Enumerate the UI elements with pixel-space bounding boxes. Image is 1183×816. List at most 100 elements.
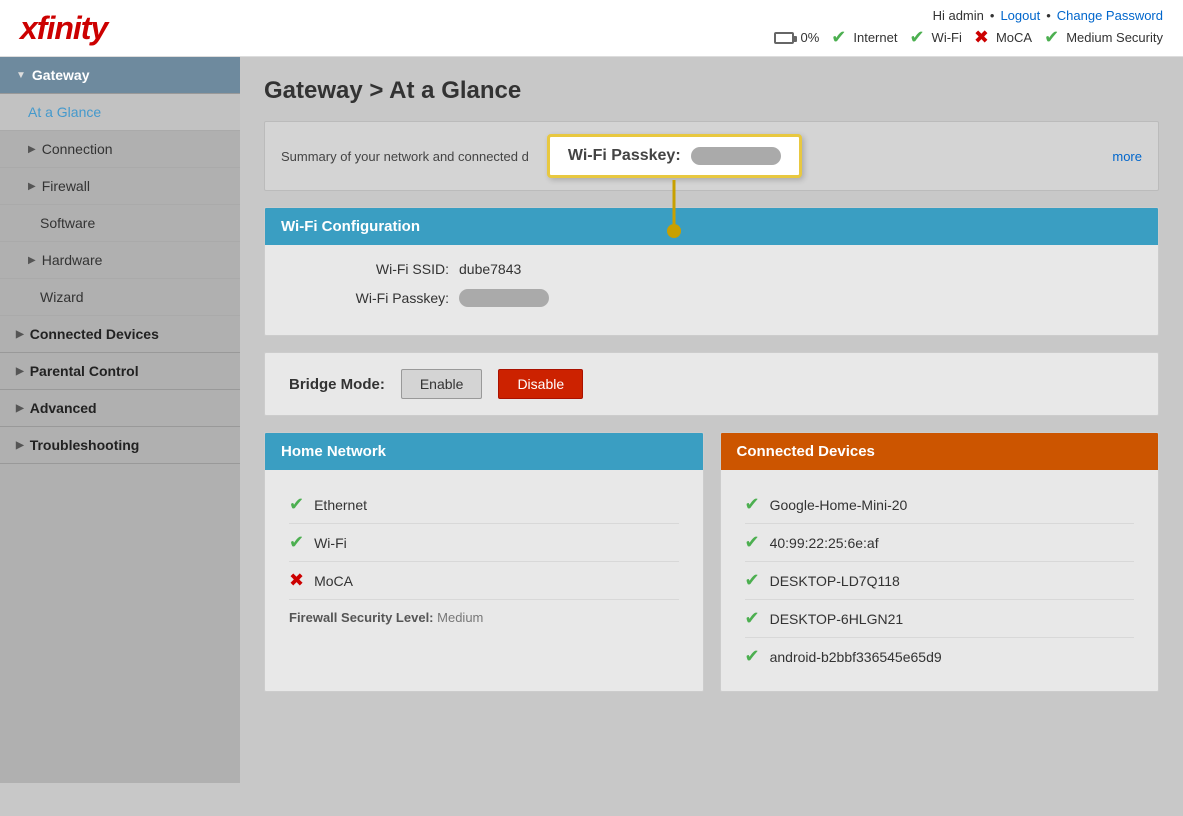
tooltip-line (673, 180, 676, 230)
header-top-row: Hi admin • Logout • Change Password (933, 8, 1163, 23)
arrow-connection: ▶ (28, 144, 36, 155)
main-layout: ▼ Gateway At a Glance ▶ Connection ▶ Fir… (0, 57, 1183, 783)
greeting-text: Hi admin (933, 8, 984, 23)
firewall-security-label: Firewall Security Level: (289, 610, 434, 625)
tooltip-passkey-value (691, 147, 781, 165)
arrow-connected-devices: ▶ (16, 329, 24, 340)
wifi-config-body: Wi-Fi SSID: dube7843 Wi-Fi Passkey: (265, 245, 1158, 335)
status-wifi: ✔ Wi-Fi (909, 27, 961, 48)
wifi-passkey-tooltip-container: Wi-Fi Passkey: (547, 134, 802, 178)
status-battery: 0% (774, 30, 819, 45)
sidebar-label-connected-devices: Connected Devices (30, 326, 159, 342)
check-wifi-icon: ✔ (909, 27, 924, 48)
wifi-config-section: Wi-Fi Configuration Wi-Fi SSID: dube7843… (264, 207, 1159, 336)
sidebar-item-gateway[interactable]: ▼ Gateway (0, 57, 240, 94)
header-right: Hi admin • Logout • Change Password 0% ✔… (774, 8, 1163, 48)
device-1-status-icon: ✔ (745, 532, 760, 553)
summary-bar: Summary of your network and connected d … (264, 121, 1159, 191)
device-0-status-icon: ✔ (745, 494, 760, 515)
sidebar-label-troubleshooting: Troubleshooting (30, 437, 140, 453)
sidebar-label-connection: Connection (42, 141, 113, 157)
sidebar-label-parental-control: Parental Control (30, 363, 139, 379)
home-network-title: Home Network (281, 443, 386, 460)
page-title: Gateway > At a Glance (264, 77, 1159, 105)
bridge-disable-button[interactable]: Disable (498, 369, 583, 399)
device-item-2: ✔ DESKTOP-LD7Q118 (745, 562, 1135, 600)
sidebar-item-parental-control[interactable]: ▶ Parental Control (0, 353, 240, 390)
home-network-section: Home Network ✔ Ethernet ✔ Wi-Fi ✖ MoCA (264, 432, 704, 692)
arrow-troubleshooting: ▶ (16, 440, 24, 451)
wifi-ssid-value: dube7843 (459, 261, 521, 277)
change-password-link[interactable]: Change Password (1057, 8, 1163, 23)
summary-bar-left: Summary of your network and connected d … (281, 134, 802, 178)
tooltip-dot (667, 224, 681, 238)
bottom-grid: Home Network ✔ Ethernet ✔ Wi-Fi ✖ MoCA (264, 432, 1159, 708)
network-item-wifi: ✔ Wi-Fi (289, 524, 679, 562)
status-moca: ✖ MoCA (974, 27, 1032, 48)
logo: xfinity (20, 10, 107, 47)
device-3-label: DESKTOP-6HLGN21 (770, 611, 904, 627)
device-item-4: ✔ android-b2bbf336545e65d9 (745, 638, 1135, 675)
arrow-parental-control: ▶ (16, 366, 24, 377)
logout-link[interactable]: Logout (1000, 8, 1040, 23)
device-item-1: ✔ 40:99:22:25:6e:af (745, 524, 1135, 562)
separator2: • (1046, 8, 1051, 23)
connected-devices-body: ✔ Google-Home-Mini-20 ✔ 40:99:22:25:6e:a… (721, 470, 1159, 691)
home-network-header: Home Network (265, 433, 703, 470)
sidebar-label-wizard: Wizard (40, 289, 84, 305)
device-3-status-icon: ✔ (745, 608, 760, 629)
device-2-status-icon: ✔ (745, 570, 760, 591)
device-item-3: ✔ DESKTOP-6HLGN21 (745, 600, 1135, 638)
status-internet: ✔ Internet (831, 27, 897, 48)
device-4-status-icon: ✔ (745, 646, 760, 667)
sidebar-item-troubleshooting[interactable]: ▶ Troubleshooting (0, 427, 240, 464)
ethernet-label: Ethernet (314, 497, 367, 513)
bridge-mode-section: Bridge Mode: Enable Disable (264, 352, 1159, 416)
battery-icon (774, 32, 794, 44)
sidebar-item-connection[interactable]: ▶ Connection (0, 131, 240, 168)
moca-network-label: MoCA (314, 573, 353, 589)
sidebar-label-advanced: Advanced (30, 400, 97, 416)
network-item-ethernet: ✔ Ethernet (289, 486, 679, 524)
device-item-0: ✔ Google-Home-Mini-20 (745, 486, 1135, 524)
sidebar-item-wizard[interactable]: Wizard (0, 279, 240, 316)
arrow-advanced: ▶ (16, 403, 24, 414)
sidebar-item-at-a-glance[interactable]: At a Glance (0, 94, 240, 131)
sidebar-item-connected-devices[interactable]: ▶ Connected Devices (0, 316, 240, 353)
wifi-config-title: Wi-Fi Configuration (281, 218, 420, 235)
tooltip-box: Wi-Fi Passkey: (547, 134, 802, 178)
sidebar-item-firewall[interactable]: ▶ Firewall (0, 168, 240, 205)
check-security-icon: ✔ (1044, 27, 1059, 48)
sidebar-item-hardware[interactable]: ▶ Hardware (0, 242, 240, 279)
wifi-passkey-label: Wi-Fi Passkey: (289, 290, 449, 306)
sidebar-label-at-a-glance: At a Glance (28, 104, 101, 120)
connected-devices-header: Connected Devices (721, 433, 1159, 470)
wifi-label: Wi-Fi (932, 30, 962, 45)
device-1-label: 40:99:22:25:6e:af (770, 535, 879, 551)
cross-moca-icon: ✖ (974, 27, 989, 48)
firewall-security-value: Medium (437, 610, 483, 625)
sidebar-item-software[interactable]: Software (0, 205, 240, 242)
bridge-enable-button[interactable]: Enable (401, 369, 483, 399)
sidebar-label-hardware: Hardware (42, 252, 103, 268)
wifi-ssid-label: Wi-Fi SSID: (289, 261, 449, 277)
sidebar-item-advanced[interactable]: ▶ Advanced (0, 390, 240, 427)
content-area: Gateway > At a Glance Summary of your ne… (240, 57, 1183, 783)
firewall-security-row: Firewall Security Level: Medium (289, 600, 679, 629)
connected-devices-title: Connected Devices (737, 443, 875, 460)
ethernet-status-icon: ✔ (289, 494, 304, 515)
separator1: • (990, 8, 995, 23)
arrow-hardware: ▶ (28, 255, 36, 266)
tooltip-passkey-label: Wi-Fi Passkey: (568, 147, 681, 165)
wifi-status-icon: ✔ (289, 532, 304, 553)
home-network-body: ✔ Ethernet ✔ Wi-Fi ✖ MoCA Firewall Secur… (265, 470, 703, 645)
wifi-config-header: Wi-Fi Configuration (265, 208, 1158, 245)
more-link[interactable]: more (1112, 149, 1142, 164)
wifi-ssid-row: Wi-Fi SSID: dube7843 (289, 261, 1134, 277)
connected-devices-section: Connected Devices ✔ Google-Home-Mini-20 … (720, 432, 1160, 692)
security-label: Medium Security (1066, 30, 1163, 45)
device-2-label: DESKTOP-LD7Q118 (770, 573, 900, 589)
sidebar-label-gateway: Gateway (32, 67, 90, 83)
device-0-label: Google-Home-Mini-20 (770, 497, 908, 513)
bridge-mode-label: Bridge Mode: (289, 376, 385, 393)
